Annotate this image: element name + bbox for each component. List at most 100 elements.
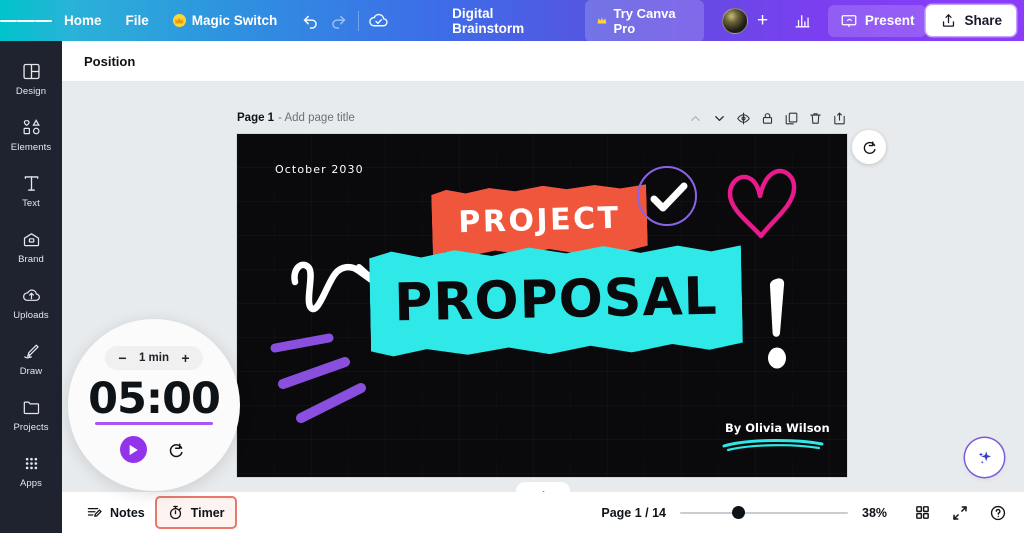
grid-view-icon[interactable] <box>910 501 934 525</box>
object-toolbar: Position <box>62 41 1024 82</box>
design-icon <box>21 61 42 82</box>
toolbar-divider <box>357 10 359 31</box>
zoom-level-label[interactable]: 38% <box>862 506 896 520</box>
undo-icon[interactable] <box>297 6 324 36</box>
page-counter[interactable]: Page 1 / 14 <box>601 506 666 520</box>
top-bar: Home File Magic Switch Digital Brainstor… <box>0 0 1024 42</box>
notes-button[interactable]: Notes <box>76 498 155 527</box>
sidebar-item-label: Text <box>22 198 40 209</box>
move-up-icon[interactable] <box>685 108 705 128</box>
timer-value: 05:00 <box>88 374 221 424</box>
page-header: Page 1 - Add page title <box>237 107 849 129</box>
text-icon <box>21 173 42 194</box>
timer-button-label: Timer <box>190 505 225 520</box>
reset-icon <box>169 442 183 457</box>
elements-icon <box>21 117 42 138</box>
share-label: Share <box>964 13 1002 28</box>
sidebar-item-brand[interactable]: Brand <box>0 219 62 275</box>
page-actions <box>685 108 849 128</box>
share-upload-icon <box>943 14 955 27</box>
sidebar-item-label: Uploads <box>13 310 49 321</box>
position-button[interactable]: Position <box>76 48 143 75</box>
add-collaborator-button[interactable]: + <box>751 9 775 33</box>
notes-label: Notes <box>110 505 145 520</box>
slide-canvas[interactable]: October 2030 PROJECT PROPOSAL By Olivia … <box>237 134 847 477</box>
canva-editor-window: Home File Magic Switch Digital Brainstor… <box>0 0 1024 533</box>
bottom-bar-right: Page 1 / 14 38% <box>601 501 1010 525</box>
proposal-title-text: PROPOSAL <box>393 266 719 334</box>
lock-page-icon[interactable] <box>757 108 777 128</box>
page-label: Page 1 <box>237 112 275 124</box>
timer-play-button[interactable] <box>120 436 147 463</box>
slide-date-text[interactable]: October 2030 <box>275 163 364 176</box>
notes-icon <box>87 507 102 517</box>
document-title[interactable]: Digital Brainstorm <box>452 6 559 36</box>
try-canva-pro-label: Try Canva Pro <box>613 5 676 36</box>
timer-adjust-control: − 1 min + <box>104 346 204 370</box>
timer-increase-button[interactable]: + <box>180 350 191 366</box>
sidebar-item-projects[interactable]: Projects <box>0 387 62 443</box>
try-canva-pro-button[interactable]: Try Canva Pro <box>584 0 704 42</box>
help-icon[interactable] <box>986 501 1010 525</box>
uploads-icon <box>21 285 42 306</box>
magic-switch-label: Magic Switch <box>191 13 278 28</box>
sidebar-item-text[interactable]: Text <box>0 163 62 219</box>
sidebar-item-uploads[interactable]: Uploads <box>0 275 62 331</box>
share-button[interactable]: Share <box>926 5 1016 36</box>
sidebar-item-design[interactable]: Design <box>0 51 62 107</box>
sidebar-item-apps[interactable]: Apps <box>0 443 62 499</box>
present-button[interactable]: Present <box>827 4 927 37</box>
project-banner[interactable]: PROJECT <box>431 183 648 257</box>
proposal-banner[interactable]: PROPOSAL <box>369 242 743 358</box>
projects-icon <box>21 397 42 418</box>
rotate-button[interactable] <box>852 130 886 164</box>
bar-chart-icon[interactable] <box>789 6 816 36</box>
home-button[interactable]: Home <box>52 7 114 34</box>
crown-icon <box>597 17 606 24</box>
fullscreen-icon[interactable] <box>948 501 972 525</box>
avatar[interactable] <box>721 7 748 34</box>
heart-doodle-icon[interactable] <box>724 166 798 247</box>
hamburger-icon[interactable] <box>0 0 52 41</box>
move-down-icon[interactable] <box>709 108 729 128</box>
timer-controls <box>120 436 188 463</box>
zoom-slider-track <box>680 511 848 514</box>
redo-icon[interactable] <box>325 6 352 36</box>
present-label: Present <box>864 13 915 28</box>
page-title-input[interactable]: - Add page title <box>278 112 355 124</box>
zoom-slider[interactable] <box>680 506 848 520</box>
magic-switch-button[interactable]: Magic Switch <box>161 7 290 34</box>
hide-page-icon[interactable] <box>733 108 753 128</box>
sidebar-item-label: Draw <box>19 366 43 377</box>
expand-page-icon[interactable] <box>829 108 849 128</box>
present-icon <box>841 14 857 27</box>
magic-ai-button[interactable] <box>967 440 1002 475</box>
timer-widget[interactable]: − 1 min + 05:00 <box>68 319 240 491</box>
slide-byline-text[interactable]: By Olivia Wilson <box>725 421 830 435</box>
sidebar-item-draw[interactable]: Draw <box>0 331 62 387</box>
timer-increment-label: 1 min <box>138 352 170 364</box>
apps-icon <box>21 453 42 474</box>
exclamation-mark-icon[interactable] <box>765 276 795 377</box>
sparkle-icon <box>978 451 991 464</box>
sidebar-item-label: Elements <box>10 142 52 153</box>
timer-icon <box>169 505 182 520</box>
timer-reset-button[interactable] <box>164 438 188 462</box>
file-menu-button[interactable]: File <box>114 7 161 34</box>
draw-icon <box>21 341 42 362</box>
sidebar-item-elements[interactable]: Elements <box>0 107 62 163</box>
sidebar-item-label: Projects <box>13 422 49 433</box>
brand-icon <box>21 229 42 250</box>
left-sidebar: Design Elements Text Brand Uploads Draw … <box>0 41 62 533</box>
zoom-slider-knob[interactable] <box>732 506 745 519</box>
timer-progress-bar <box>95 422 213 425</box>
check-circle-icon[interactable] <box>637 166 697 226</box>
delete-page-icon[interactable] <box>805 108 825 128</box>
sidebar-item-label: Design <box>15 86 47 97</box>
timer-button[interactable]: Timer <box>154 496 237 529</box>
bottom-bar: Notes Timer Page 1 / 14 38% <box>62 492 1024 533</box>
sidebar-item-label: Apps <box>19 478 43 489</box>
timer-decrease-button[interactable]: − <box>117 350 128 366</box>
duplicate-page-icon[interactable] <box>781 108 801 128</box>
cloud-saved-icon[interactable] <box>365 6 392 36</box>
